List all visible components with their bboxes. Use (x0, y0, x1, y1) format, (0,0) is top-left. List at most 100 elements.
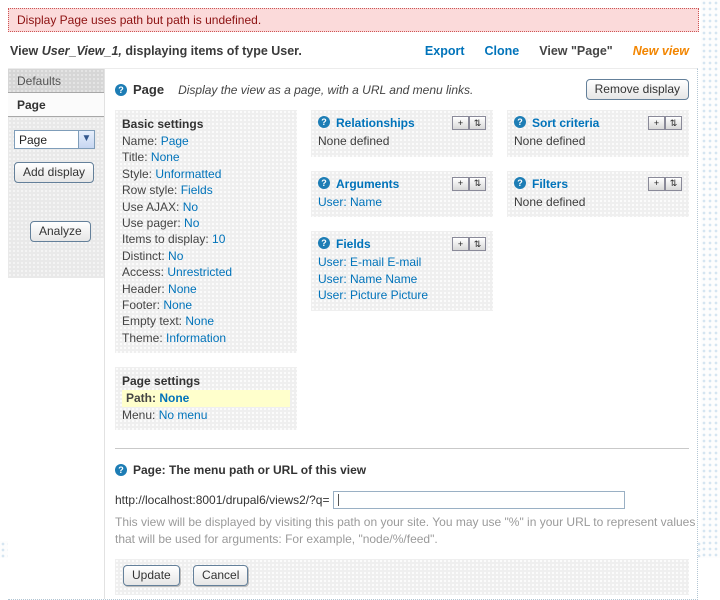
rearrange-icon[interactable]: ⇅ (469, 176, 486, 191)
help-icon[interactable]: ? (514, 116, 526, 128)
setting-value-link[interactable]: Fields (181, 183, 213, 197)
help-icon[interactable]: ? (318, 176, 330, 189)
setting-value-link[interactable]: None (159, 391, 189, 405)
page-settings-title: Page settings (122, 374, 201, 389)
setting-label: Path: (126, 391, 156, 406)
relationships-empty: None defined (318, 134, 390, 148)
path-input-wrap (333, 491, 626, 510)
sort-criteria-title[interactable]: Sort criteria (532, 116, 599, 130)
add-icon[interactable]: + (452, 116, 469, 130)
export-link[interactable]: Export (425, 44, 465, 58)
background-pattern-right (701, 0, 720, 558)
update-button[interactable]: Update (123, 565, 180, 587)
setting-items-to-display: Items to display: 10 (122, 231, 290, 247)
relationships-header: ? Relationships + ⇅ (318, 116, 486, 130)
help-icon[interactable]: ? (514, 176, 526, 189)
help-icon[interactable]: ? (318, 237, 330, 249)
cancel-button[interactable]: Cancel (193, 565, 249, 587)
filters-title[interactable]: Filters (532, 177, 568, 191)
view-title: View User_View_1, displaying items of ty… (10, 44, 302, 58)
setting-label: Header: (122, 281, 165, 296)
fields-title[interactable]: Fields (336, 237, 371, 251)
setting-value-link[interactable]: None (185, 314, 214, 328)
remove-display-button[interactable]: Remove display (585, 79, 689, 100)
help-icon[interactable]: ? (115, 464, 127, 477)
setting-distinct: Distinct: No (122, 248, 290, 264)
rearrange-icon[interactable]: ⇅ (665, 176, 682, 191)
setting-label: Use pager: (122, 216, 181, 231)
fields-ops: + ⇅ (452, 237, 486, 251)
display-columns: Basic settings Name: Page Title: None St… (115, 110, 689, 444)
setting-value-link[interactable]: No (184, 216, 199, 230)
view-title-prefix: View (10, 44, 39, 58)
add-icon[interactable]: + (648, 176, 665, 191)
setting-label: Use AJAX: (122, 199, 180, 214)
basic-settings-title: Basic settings (122, 117, 204, 131)
display-description: Display the view as a page, with a URL a… (178, 82, 474, 97)
clone-link[interactable]: Clone (485, 44, 520, 58)
sidebar-body: Page ▼ Add display Analyze (8, 117, 104, 278)
setting-label: Style: (122, 166, 153, 181)
view-name: User_View_1, (41, 44, 122, 58)
setting-value-link[interactable]: Information (166, 331, 226, 345)
setting-footer: Footer: None (122, 297, 290, 313)
setting-row-style: Row style: Fields (122, 182, 290, 198)
filters-box: ? Filters + ⇅ None defined (507, 170, 689, 217)
add-icon[interactable]: + (452, 176, 469, 191)
field-item[interactable]: User: E-mail E-mail (318, 254, 486, 271)
argument-item[interactable]: User: Name (318, 194, 486, 211)
sort-criteria-header: ? Sort criteria + ⇅ (514, 116, 682, 130)
field-item[interactable]: User: Name Name (318, 271, 486, 288)
view-title-suffix: displaying items of type User. (125, 44, 302, 58)
setting-empty-text: Empty text: None (122, 313, 290, 329)
field-item[interactable]: User: Picture Picture (318, 287, 486, 304)
new-view-link[interactable]: New view (633, 44, 689, 58)
setting-value-link[interactable]: None (151, 150, 180, 164)
rearrange-icon[interactable]: ⇅ (665, 116, 682, 130)
relationships-ops: + ⇅ (452, 116, 486, 130)
column-settings: Basic settings Name: Page Title: None St… (115, 110, 297, 444)
setting-value-link[interactable]: Unformatted (155, 167, 221, 181)
setting-label: Access: (122, 265, 165, 280)
display-type-select[interactable]: Page ▼ (14, 130, 95, 149)
display-sidebar: Defaults Page Page ▼ Add display Analyze (8, 69, 104, 278)
arguments-title[interactable]: Arguments (336, 177, 399, 191)
path-form-title: Page: The menu path or URL of this view (133, 463, 367, 478)
setting-value-link[interactable]: No (183, 200, 198, 214)
setting-title: Title: None (122, 149, 290, 165)
setting-value-link[interactable]: None (163, 298, 192, 312)
setting-value-link[interactable]: None (168, 282, 197, 296)
error-message: Display Page uses path but path is undef… (8, 8, 699, 32)
setting-use-ajax: Use AJAX: No (122, 199, 290, 215)
setting-label: Menu: (122, 407, 156, 422)
relationships-box: ? Relationships + ⇅ None defined (311, 110, 493, 157)
add-display-button[interactable]: Add display (14, 162, 95, 183)
filters-ops: + ⇅ (648, 176, 682, 191)
path-input[interactable] (333, 491, 626, 510)
setting-value-link[interactable]: 10 (212, 232, 225, 246)
help-icon[interactable]: ? (115, 83, 127, 96)
view-action-links: Export Clone View "Page" New view (425, 44, 689, 58)
display-details: ? Page Display the view as a page, with … (104, 69, 697, 600)
setting-value-link[interactable]: No menu (159, 408, 208, 422)
setting-path: Path: None (122, 390, 290, 407)
tab-defaults[interactable]: Defaults (8, 69, 104, 93)
tab-page[interactable]: Page (8, 93, 104, 117)
fields-box: ? Fields + ⇅ User: E-mail E-mail User: N… (311, 231, 493, 311)
help-icon[interactable]: ? (318, 116, 330, 128)
setting-label: Name: (122, 134, 158, 148)
analyze-button[interactable]: Analyze (30, 221, 91, 242)
add-icon[interactable]: + (452, 237, 469, 251)
setting-value-link[interactable]: Page (161, 134, 189, 148)
setting-value-link[interactable]: No (168, 249, 183, 263)
add-icon[interactable]: + (648, 116, 665, 130)
setting-label: Items to display: (122, 232, 209, 247)
rearrange-icon[interactable]: ⇅ (469, 237, 486, 251)
setting-label: Footer: (122, 298, 161, 313)
url-prefix-label: http://localhost:8001/drupal6/views2/?q= (115, 493, 330, 508)
relationships-title[interactable]: Relationships (336, 116, 415, 130)
rearrange-icon[interactable]: ⇅ (469, 116, 486, 130)
display-header: ? Page Display the view as a page, with … (115, 79, 689, 100)
setting-value-link[interactable]: Unrestricted (167, 265, 232, 279)
view-page-link[interactable]: View "Page" (539, 44, 612, 58)
